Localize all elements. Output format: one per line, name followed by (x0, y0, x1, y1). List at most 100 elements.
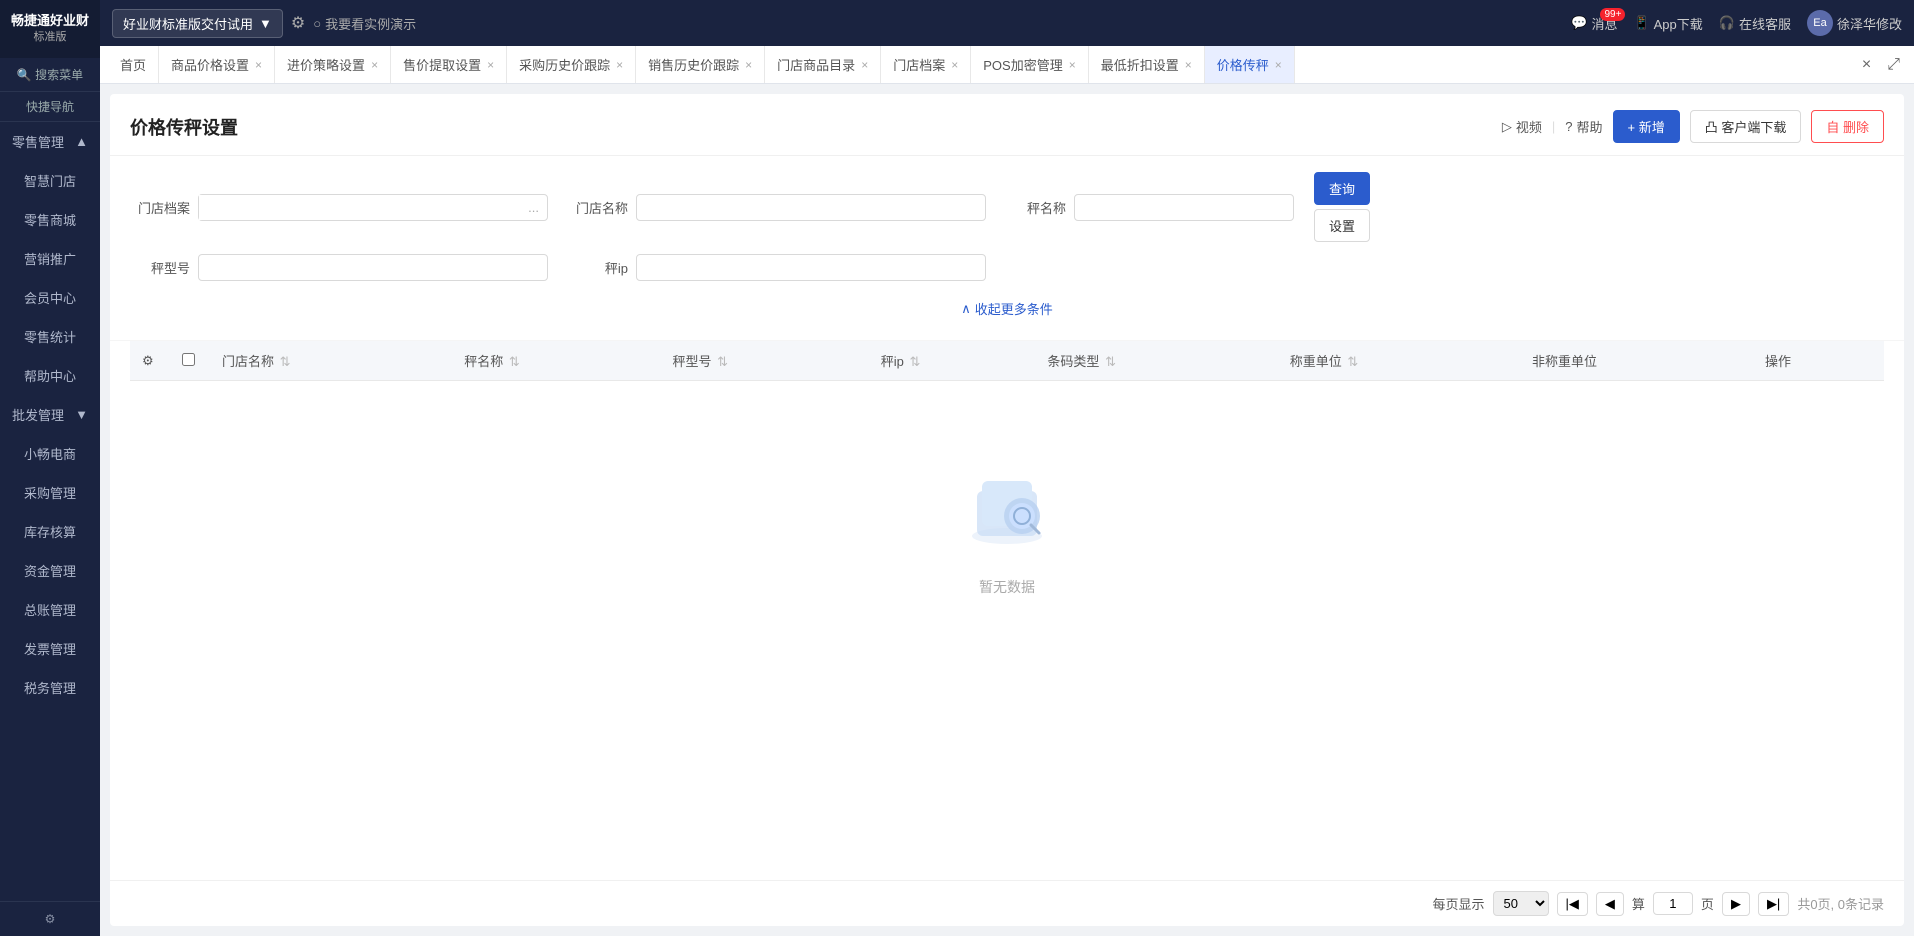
sidebar: 畅捷通好业财 标准版 🔍 搜索菜单 快捷导航 零售管理 ▲ 智慧门店 零售商城 … (0, 0, 100, 936)
tab-home[interactable]: 首页 (108, 46, 159, 84)
settings-icon: ⚙ (45, 912, 56, 926)
sidebar-search[interactable]: 🔍 搜索菜单 (0, 58, 100, 92)
sidebar-settings[interactable]: ⚙ (0, 901, 100, 936)
quick-nav-label: 快捷导航 (26, 100, 74, 114)
sidebar-item-retail-stats[interactable]: 零售统计 (0, 317, 100, 356)
filter-row-2: 秤型号 秤ip (130, 254, 1884, 281)
scale-ip-input[interactable] (636, 254, 986, 281)
close-tab-sales-history[interactable]: × (745, 58, 752, 72)
empty-icon (957, 461, 1057, 561)
table-head: ⚙ 门店名称 ⇅ 秤名称 ⇅ (130, 341, 1884, 381)
sidebar-item-smart-store[interactable]: 智慧门店 (0, 161, 100, 200)
close-tab-store-catalog[interactable]: × (861, 58, 868, 72)
sidebar-item-invoice[interactable]: 发票管理 (0, 629, 100, 668)
user-menu[interactable]: Ea 徐泽华修改 (1807, 10, 1902, 36)
help-link[interactable]: ? 帮助 (1565, 117, 1602, 136)
settings-filter-button[interactable]: 设置 (1314, 209, 1370, 242)
store-archive-input[interactable] (199, 195, 520, 220)
tabbar-actions: × ⤢ (1856, 54, 1906, 76)
page-size-label: 每页显示 (1433, 894, 1485, 913)
empty-state: 暂无数据 (130, 381, 1884, 677)
sort-store-name-icon[interactable]: ⇅ (280, 354, 291, 369)
tab-min-discount[interactable]: 最低折扣设置 × (1089, 46, 1205, 84)
page-number-input[interactable] (1653, 892, 1693, 915)
sidebar-item-ecommerce[interactable]: 小畅电商 (0, 434, 100, 473)
page-header: 价格传秤设置 ▷ 视频 | ? 帮助 + 新增 凸 客户端下载 自 (110, 94, 1904, 156)
sort-scale-ip-icon[interactable]: ⇅ (910, 354, 921, 369)
sidebar-quick-nav[interactable]: 快捷导航 (0, 92, 100, 122)
filter-store-name: 门店名称 (568, 194, 986, 221)
close-tab-pos[interactable]: × (1069, 58, 1076, 72)
message-icon: 💬 (1571, 15, 1587, 31)
page-size-select[interactable]: 50 10 20 100 (1493, 891, 1549, 916)
chevron-down-icon: ▼ (259, 16, 272, 31)
sidebar-item-finance[interactable]: 资金管理 (0, 551, 100, 590)
close-tab-price-setting[interactable]: × (255, 58, 262, 72)
close-tab-sale-price[interactable]: × (487, 58, 494, 72)
sidebar-item-purchase[interactable]: 采购管理 (0, 473, 100, 512)
version-dropdown[interactable]: 好业财标准版交付试用 ▼ (112, 9, 283, 38)
sort-barcode-type-icon[interactable]: ⇅ (1105, 354, 1116, 369)
close-tab-store-archive[interactable]: × (951, 58, 958, 72)
tab-store-archive[interactable]: 门店档案 × (881, 46, 971, 84)
sort-scale-name-icon[interactable]: ⇅ (509, 354, 520, 369)
close-tab-purchase-strategy[interactable]: × (371, 58, 378, 72)
column-settings-icon[interactable]: ⚙ (142, 353, 154, 368)
sort-scale-model-icon[interactable]: ⇅ (717, 354, 728, 369)
expand-tabs-icon[interactable]: ⤢ (1881, 54, 1906, 76)
avatar: Ea (1807, 10, 1833, 36)
tab-purchase-history[interactable]: 采购历史价跟踪 × (507, 46, 636, 84)
video-link[interactable]: ▷ 视频 (1502, 117, 1542, 136)
collapse-button[interactable]: ∧ 收起更多条件 (961, 299, 1053, 318)
sidebar-item-member[interactable]: 会员中心 (0, 278, 100, 317)
select-all-checkbox[interactable] (182, 353, 195, 366)
tab-price-scale[interactable]: 价格传秤 × (1205, 46, 1295, 84)
add-button[interactable]: + 新增 (1613, 110, 1680, 143)
app-download-action[interactable]: 📱 App下载 (1633, 14, 1702, 33)
store-name-label: 门店名称 (568, 198, 628, 217)
scale-model-label: 秤型号 (130, 258, 190, 277)
delete-button[interactable]: 自 删除 (1811, 110, 1884, 143)
close-all-tabs-icon[interactable]: × (1856, 54, 1877, 76)
sort-weight-unit-icon[interactable]: ⇅ (1347, 354, 1358, 369)
prev-page-button[interactable]: ◀ (1596, 892, 1624, 916)
sidebar-item-wholesale[interactable]: 批发管理 ▼ (0, 395, 100, 434)
last-page-button[interactable]: ▶| (1758, 892, 1789, 916)
messages-action[interactable]: 💬 消息 99+ (1571, 14, 1617, 33)
next-page-button[interactable]: ▶ (1722, 892, 1750, 916)
store-archive-dots-icon[interactable]: ... (520, 195, 547, 220)
sidebar-item-inventory[interactable]: 库存核算 (0, 512, 100, 551)
sidebar-item-retail[interactable]: 零售管理 ▲ (0, 122, 100, 161)
online-service-action[interactable]: 🎧 在线客服 (1719, 14, 1791, 33)
scale-name-input[interactable] (1074, 194, 1294, 221)
close-tab-min-discount[interactable]: × (1185, 58, 1192, 72)
sidebar-item-ledger[interactable]: 总账管理 (0, 590, 100, 629)
sidebar-item-retail-mall[interactable]: 零售商城 (0, 200, 100, 239)
col-scale-name: 秤名称 ⇅ (452, 341, 660, 381)
tab-sale-price[interactable]: 售价提取设置 × (391, 46, 507, 84)
tab-store-catalog[interactable]: 门店商品目录 × (765, 46, 881, 84)
download-button[interactable]: 凸 客户端下载 (1690, 110, 1802, 143)
video-icon: ▷ (1502, 119, 1512, 135)
tab-pos[interactable]: POS加密管理 × (971, 46, 1088, 84)
topbar-settings-icon[interactable]: ⚙ (291, 13, 305, 33)
sidebar-logo[interactable]: 畅捷通好业财 标准版 (0, 0, 100, 58)
table-area: ⚙ 门店名称 ⇅ 秤名称 ⇅ (110, 341, 1904, 880)
tab-price-setting[interactable]: 商品价格设置 × (159, 46, 275, 84)
store-archive-input-wrapper: ... (198, 194, 548, 221)
arrow-down-icon: ▼ (75, 407, 88, 422)
store-name-input[interactable] (636, 194, 986, 221)
close-tab-price-scale[interactable]: × (1275, 58, 1282, 72)
close-tab-purchase-history[interactable]: × (616, 58, 623, 72)
topbar-demo[interactable]: ○ 我要看实例演示 (313, 14, 416, 33)
sidebar-item-help[interactable]: 帮助中心 (0, 356, 100, 395)
demo-icon: ○ (313, 16, 321, 31)
help-icon: ? (1565, 119, 1572, 134)
sidebar-item-tax[interactable]: 税务管理 (0, 668, 100, 707)
tab-purchase-strategy[interactable]: 进价策略设置 × (275, 46, 391, 84)
scale-model-input[interactable] (198, 254, 548, 281)
first-page-button[interactable]: |◀ (1557, 892, 1588, 916)
search-button[interactable]: 查询 (1314, 172, 1370, 205)
sidebar-item-marketing[interactable]: 营销推广 (0, 239, 100, 278)
tab-sales-history[interactable]: 销售历史价跟踪 × (636, 46, 765, 84)
